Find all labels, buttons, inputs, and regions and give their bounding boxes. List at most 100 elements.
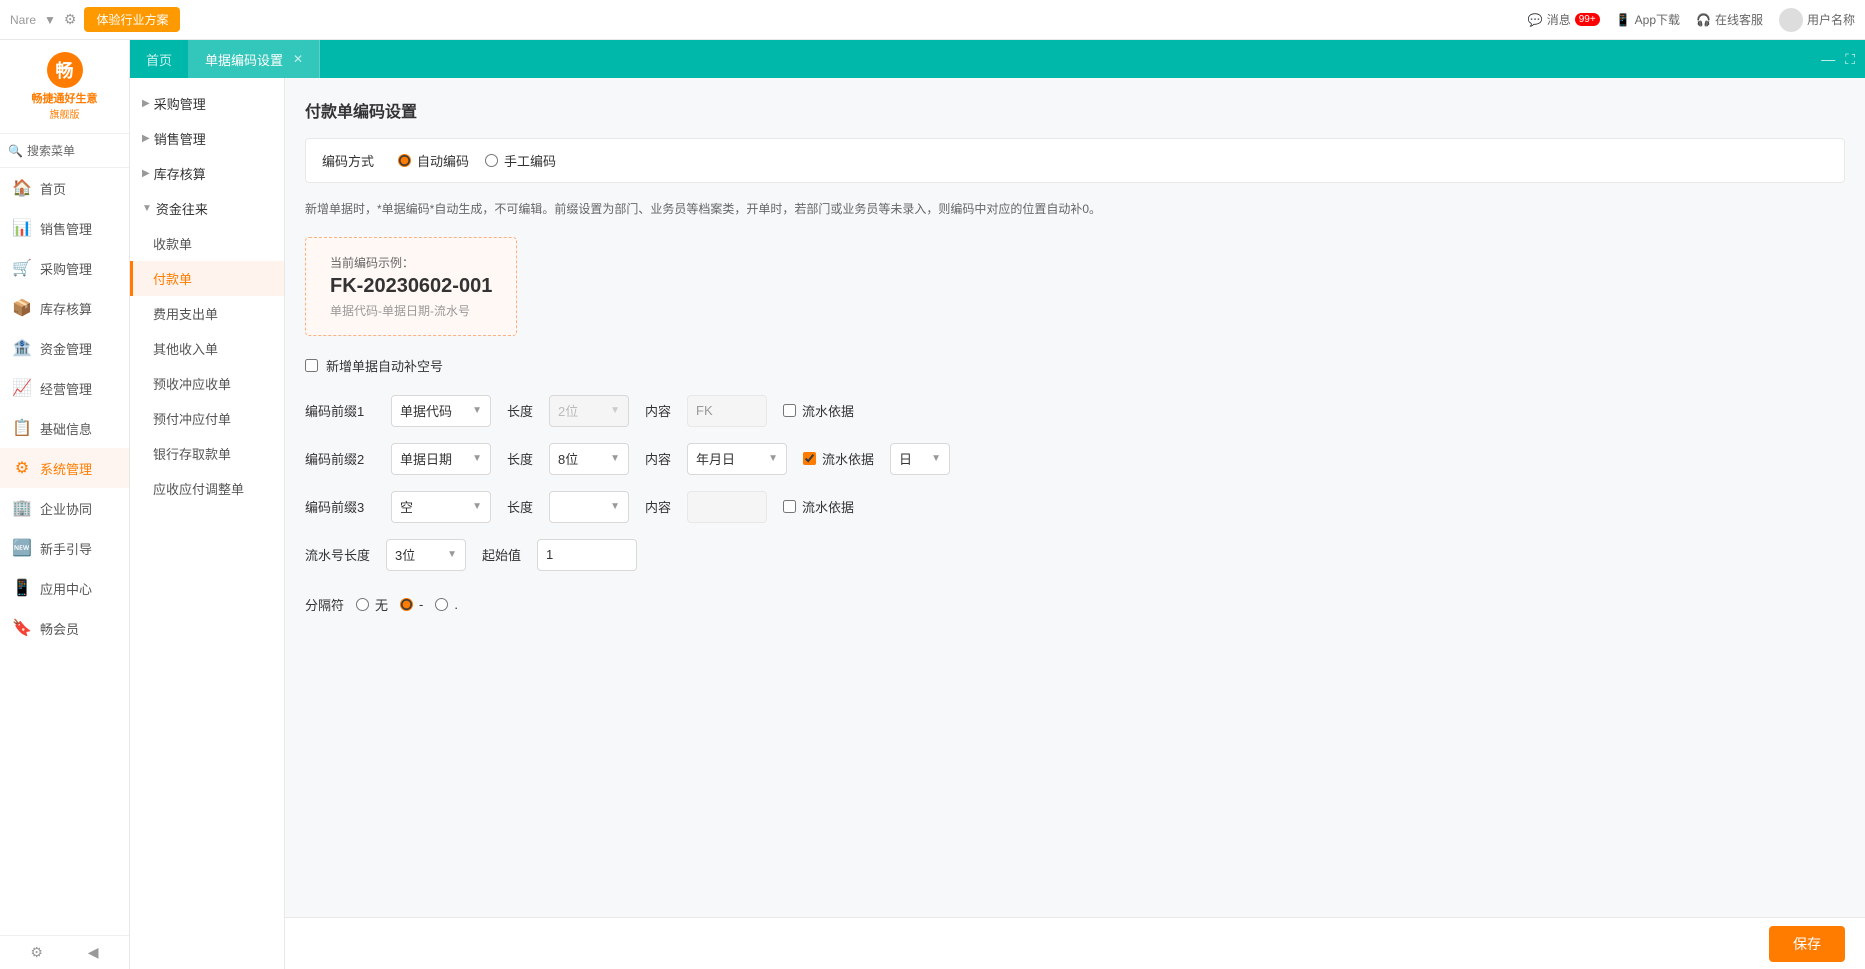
- length1-select: 2位 ▼: [549, 395, 629, 427]
- serial-length-select[interactable]: 3位 ▼: [386, 539, 466, 571]
- avatar: [1779, 8, 1803, 32]
- logo-sub: 旗舰版: [50, 106, 80, 121]
- sidebar-item-sales[interactable]: 📊 销售管理: [0, 208, 129, 248]
- flow2-checkbox[interactable]: [803, 452, 816, 465]
- auto-encoding-option[interactable]: 自动编码: [398, 151, 469, 170]
- app-download-btn[interactable]: 📱 App下载: [1616, 11, 1680, 28]
- length3-arrow-icon: ▼: [610, 501, 620, 512]
- tab-encoding[interactable]: 单据编码设置 ✕: [189, 40, 320, 78]
- bottom-bar: 保存: [285, 917, 1865, 969]
- separator-dash-option[interactable]: -: [400, 597, 423, 612]
- code-preview-box: 当前编码示例： FK-20230602-001 单据代码-单据日期-流水号: [305, 237, 517, 336]
- flow2-select[interactable]: 日 ▼: [890, 443, 950, 475]
- sidebar-item-purchase[interactable]: 🛒 采购管理: [0, 248, 129, 288]
- start-value-input[interactable]: [537, 539, 637, 571]
- length1-label: 长度: [507, 401, 533, 420]
- auto-encoding-radio[interactable]: [398, 154, 411, 167]
- sec-nav-sales-header[interactable]: ▶ 销售管理: [130, 121, 284, 156]
- sec-nav-recv-pay-adj[interactable]: 应收应付调整单: [130, 471, 284, 506]
- flow1-checkbox[interactable]: [783, 404, 796, 417]
- guide-icon: 🆕: [12, 538, 32, 558]
- enterprise-icon: 🏢: [12, 498, 32, 518]
- length3-select[interactable]: ▼: [549, 491, 629, 523]
- auto-encoding-label: 自动编码: [417, 151, 469, 170]
- sec-nav-prepay-recv[interactable]: 预收冲应收单: [130, 366, 284, 401]
- sec-nav-finance-header[interactable]: ▼ 资金往来: [130, 191, 284, 226]
- content2-select[interactable]: 年月日 ▼: [687, 443, 787, 475]
- basic-icon: 📋: [12, 418, 32, 438]
- prefix1-select[interactable]: 单据代码 ▼: [391, 395, 491, 427]
- tab-close-icon[interactable]: ✕: [293, 52, 303, 66]
- sidebar-item-basic[interactable]: 📋 基础信息: [0, 408, 129, 448]
- encoding-method-section: 编码方式 自动编码 手工编码: [305, 138, 1845, 183]
- sec-nav-inventory-header[interactable]: ▶ 库存核算: [130, 156, 284, 191]
- sec-nav-payment[interactable]: 付款单: [130, 261, 284, 296]
- sidebar-item-finance[interactable]: 🏦 资金管理: [0, 328, 129, 368]
- prefix2-select[interactable]: 单据日期 ▼: [391, 443, 491, 475]
- separator-dash-label: -: [419, 597, 423, 612]
- flow3-checkbox[interactable]: [783, 500, 796, 513]
- app-center-icon: 📱: [12, 578, 32, 598]
- sidebar-item-inventory[interactable]: 📦 库存核算: [0, 288, 129, 328]
- sidebar-item-operations[interactable]: 📈 经营管理: [0, 368, 129, 408]
- top-bar-left: Nare ▼ ⚙ 体验行业方案: [10, 7, 180, 32]
- finance-icon: 🏦: [12, 338, 32, 358]
- separator-dot-option[interactable]: .: [435, 597, 458, 612]
- tab-bar-right: — ⛶: [1811, 51, 1865, 68]
- messages-btn[interactable]: 💬 消息 99+: [1528, 11, 1600, 28]
- content-area: ▶ 采购管理 ▶ 销售管理 ▶ 库存核算: [130, 78, 1865, 969]
- sec-nav-receipt[interactable]: 收款单: [130, 226, 284, 261]
- finance-group-arrow-icon: ▼: [142, 203, 152, 214]
- separator-none-label: 无: [375, 595, 388, 614]
- dropdown-arrow-icon[interactable]: ▼: [44, 13, 56, 27]
- sec-nav-prepay-pay[interactable]: 预付冲应付单: [130, 401, 284, 436]
- industry-btn[interactable]: 体验行业方案: [84, 7, 180, 32]
- search-menu[interactable]: 🔍 搜索菜单: [0, 134, 129, 168]
- flow3-checkbox-label[interactable]: 流水依据: [783, 497, 854, 516]
- code-preview-value: FK-20230602-001: [330, 275, 492, 298]
- flow1-checkbox-label[interactable]: 流水依据: [783, 401, 854, 420]
- footer-settings-icon[interactable]: ⚙: [30, 944, 43, 961]
- save-button[interactable]: 保存: [1769, 926, 1845, 962]
- sec-nav-expense[interactable]: 费用支出单: [130, 296, 284, 331]
- content1-label: 内容: [645, 401, 671, 420]
- separator-dash-radio[interactable]: [400, 598, 413, 611]
- online-service-btn[interactable]: 🎧 在线客服: [1696, 11, 1763, 28]
- length2-select[interactable]: 8位 ▼: [549, 443, 629, 475]
- content2-label: 内容: [645, 449, 671, 468]
- sidebar-collapse-icon[interactable]: ◀: [88, 944, 99, 961]
- sidebar-nav: 🏠 首页 📊 销售管理 🛒 采购管理 📦 库存核算 🏦 资金管理 📈 经: [0, 168, 129, 935]
- separator-dot-radio[interactable]: [435, 598, 448, 611]
- sec-nav-bank-deposit[interactable]: 银行存取款单: [130, 436, 284, 471]
- user-info[interactable]: 用户名称: [1779, 8, 1855, 32]
- prefix-row-1: 编码前缀1 单据代码 ▼ 长度 2位 ▼ 内容 FK: [305, 395, 1845, 427]
- separator-none-option[interactable]: 无: [356, 595, 388, 614]
- sidebar-item-home[interactable]: 🏠 首页: [0, 168, 129, 208]
- sidebar-item-enterprise[interactable]: 🏢 企业协同: [0, 488, 129, 528]
- page-title: 付款单编码设置: [305, 98, 1845, 122]
- length3-label: 长度: [507, 497, 533, 516]
- content2-arrow-icon: ▼: [768, 453, 778, 464]
- sidebar-item-app-center[interactable]: 📱 应用中心: [0, 568, 129, 608]
- secondary-sidebar: ▶ 采购管理 ▶ 销售管理 ▶ 库存核算: [130, 78, 285, 969]
- length2-label: 长度: [507, 449, 533, 468]
- sidebar-item-member[interactable]: 🔖 畅会员: [0, 608, 129, 648]
- sec-nav-purchase-header[interactable]: ▶ 采购管理: [130, 86, 284, 121]
- separator-none-radio[interactable]: [356, 598, 369, 611]
- manual-encoding-option[interactable]: 手工编码: [485, 151, 556, 170]
- sidebar-item-system[interactable]: ⚙ 系统管理: [0, 448, 129, 488]
- code-preview-structure: 单据代码-单据日期-流水号: [330, 302, 492, 319]
- prefix3-select[interactable]: 空 ▼: [391, 491, 491, 523]
- manual-encoding-radio[interactable]: [485, 154, 498, 167]
- flow2-checkbox-label[interactable]: 流水依据: [803, 449, 874, 468]
- brand-name: Nare: [10, 13, 36, 27]
- settings-icon[interactable]: ⚙: [64, 11, 77, 28]
- prefix2-label: 编码前缀2: [305, 449, 375, 468]
- auto-fill-checkbox[interactable]: [305, 359, 318, 372]
- sales-icon: 📊: [12, 218, 32, 238]
- sec-nav-other-income[interactable]: 其他收入单: [130, 331, 284, 366]
- tab-maximize-icon[interactable]: ⛶: [1845, 51, 1855, 68]
- tab-home[interactable]: 首页: [130, 40, 189, 78]
- sidebar-item-guide[interactable]: 🆕 新手引导: [0, 528, 129, 568]
- tab-minimize-icon[interactable]: —: [1821, 51, 1835, 67]
